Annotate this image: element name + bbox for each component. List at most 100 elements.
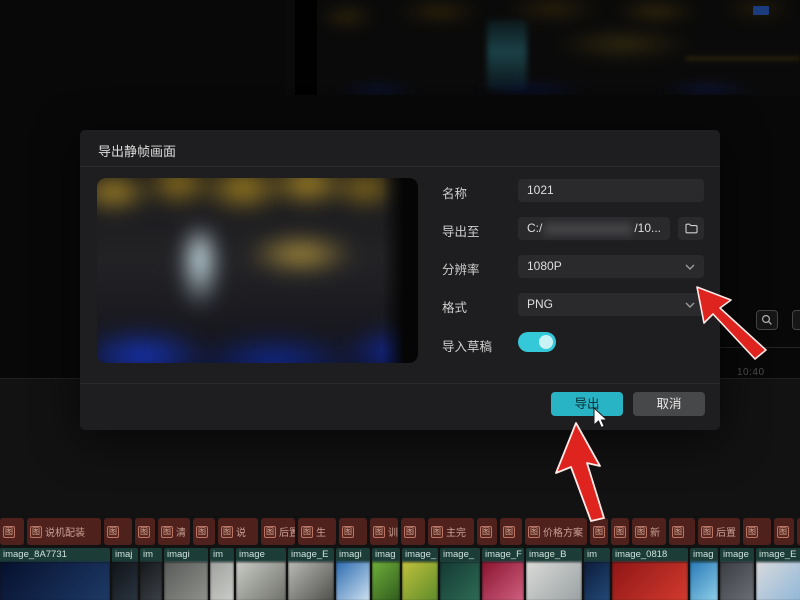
text-clip-icon: 图 — [701, 526, 713, 538]
resolution-select[interactable]: 1080P — [518, 255, 704, 278]
image-clip-filename: image_ — [402, 548, 438, 562]
preview-toolbar-divider — [720, 347, 800, 348]
image-clip-thumbnail — [756, 562, 800, 600]
folder-icon — [685, 223, 698, 234]
image-clip-filename: image_F — [482, 548, 524, 562]
image-clip[interactable]: image_8A7731 — [0, 548, 110, 600]
text-clip[interactable]: 图生 — [298, 518, 336, 545]
export-path-field[interactable]: C:/ /10... — [518, 217, 670, 240]
zoom-fit-button[interactable] — [756, 310, 778, 330]
path-prefix: C:/ — [527, 217, 542, 240]
text-clip[interactable]: 图 — [0, 518, 24, 545]
image-clip[interactable]: imagi — [164, 548, 208, 600]
text-clip[interactable]: 图新 — [632, 518, 666, 545]
text-clip-icon: 图 — [161, 526, 173, 538]
image-clip[interactable]: image_ — [402, 548, 438, 600]
text-clip-icon: 图 — [431, 526, 443, 538]
image-clip[interactable]: imaj — [112, 548, 138, 600]
text-clip[interactable]: 图 — [135, 518, 155, 545]
text-clip-icon: 图 — [404, 526, 416, 538]
export-button[interactable]: 导出 — [551, 392, 623, 416]
chevron-down-icon — [685, 302, 695, 308]
image-clip[interactable]: image_B — [526, 548, 582, 600]
text-clip[interactable]: 图 — [743, 518, 771, 545]
image-clip-thumbnail — [164, 562, 208, 600]
dialog-footer-divider — [80, 383, 720, 384]
image-clip[interactable]: image_E — [288, 548, 334, 600]
text-clip-icon: 图 — [593, 526, 605, 538]
text-clip-label: 后置 — [716, 524, 736, 539]
image-clip-filename: image_8A7731 — [0, 548, 110, 562]
text-clip-label: 后置 — [279, 524, 295, 539]
image-clip-thumbnail — [482, 562, 524, 600]
image-clip-filename: image_ — [440, 548, 480, 562]
image-clip[interactable]: imagi — [336, 548, 370, 600]
text-clip[interactable]: 图说 — [218, 518, 258, 545]
text-clip[interactable]: 图 — [669, 518, 695, 545]
image-clip-thumbnail — [236, 562, 286, 600]
name-label: 名称 — [442, 183, 467, 202]
text-clip[interactable]: 图 — [611, 518, 629, 545]
text-clip-label: 新 — [650, 524, 660, 539]
image-clip[interactable]: image — [236, 548, 286, 600]
text-clip[interactable]: 图清 — [158, 518, 190, 545]
text-clip[interactable]: 图说机配装 — [27, 518, 101, 545]
frame-preview-thumbnail — [97, 178, 418, 363]
image-clip-thumbnail — [210, 562, 234, 600]
image-clip[interactable]: image_E — [756, 548, 800, 600]
image-clip-filename: im — [210, 548, 234, 562]
image-clip-thumbnail — [0, 562, 110, 600]
image-clip-filename: im — [140, 548, 162, 562]
text-clip[interactable]: 图 — [500, 518, 522, 545]
image-clip-filename: image_E — [288, 548, 334, 562]
text-clip-label: 生 — [316, 524, 326, 539]
image-clip[interactable]: image_0818 — [612, 548, 688, 600]
image-clip-filename: im — [584, 548, 610, 562]
resolution-value: 1080P — [527, 255, 562, 278]
format-value: PNG — [527, 293, 553, 316]
text-clip[interactable]: 图后置 — [698, 518, 740, 545]
subtitle-text-track: 图图说机配装图图图清图图说图后置图生图图训图图主完图图图价格方案图图图新图图后置… — [0, 518, 800, 545]
text-clip-icon: 图 — [503, 526, 515, 538]
image-clip[interactable]: im — [140, 548, 162, 600]
text-clip[interactable]: 图 — [339, 518, 367, 545]
format-select[interactable]: PNG — [518, 293, 704, 316]
cancel-button[interactable]: 取消 — [633, 392, 705, 416]
ratio-button-partial[interactable] — [792, 310, 800, 330]
text-clip-icon: 图 — [264, 526, 276, 538]
text-clip[interactable]: 图 — [401, 518, 425, 545]
text-clip-icon: 图 — [777, 526, 789, 538]
text-clip[interactable]: 图训 — [370, 518, 398, 545]
text-clip[interactable]: 图价格方案 — [525, 518, 587, 545]
image-clip[interactable]: imag — [690, 548, 718, 600]
text-clip-icon: 图 — [672, 526, 684, 538]
text-clip-icon: 图 — [614, 526, 626, 538]
text-clip-label: 主完 — [446, 524, 466, 539]
image-clip-filename: imag — [372, 548, 400, 562]
text-clip[interactable]: 图 — [590, 518, 608, 545]
text-clip[interactable]: 图 — [104, 518, 132, 545]
text-clip-icon: 图 — [635, 526, 647, 538]
path-suffix: /10... — [634, 217, 661, 240]
frame-preview-blurred-image — [97, 178, 418, 363]
text-clip-label: 说机配装 — [45, 524, 85, 539]
text-clip[interactable]: 图 — [477, 518, 497, 545]
path-redacted-blur — [544, 223, 632, 235]
browse-folder-button[interactable] — [678, 217, 704, 240]
image-clip[interactable]: imag — [372, 548, 400, 600]
import-draft-toggle[interactable] — [518, 332, 556, 352]
image-clip[interactable]: image_F — [482, 548, 524, 600]
text-clip[interactable]: 图后置 — [261, 518, 295, 545]
name-input[interactable]: 1021 — [518, 179, 704, 202]
image-clip-thumbnail — [288, 562, 334, 600]
text-clip[interactable]: 图 — [193, 518, 215, 545]
image-clip[interactable]: im — [584, 548, 610, 600]
text-clip[interactable]: 图主完 — [428, 518, 474, 545]
image-clip[interactable]: image — [720, 548, 754, 600]
text-clip[interactable]: 图 — [774, 518, 794, 545]
import-draft-label: 导入草稿 — [442, 336, 492, 355]
text-clip-icon: 图 — [221, 526, 233, 538]
image-clip[interactable]: im — [210, 548, 234, 600]
image-clip[interactable]: image_ — [440, 548, 480, 600]
image-clip-filename: image_0818 — [612, 548, 688, 562]
